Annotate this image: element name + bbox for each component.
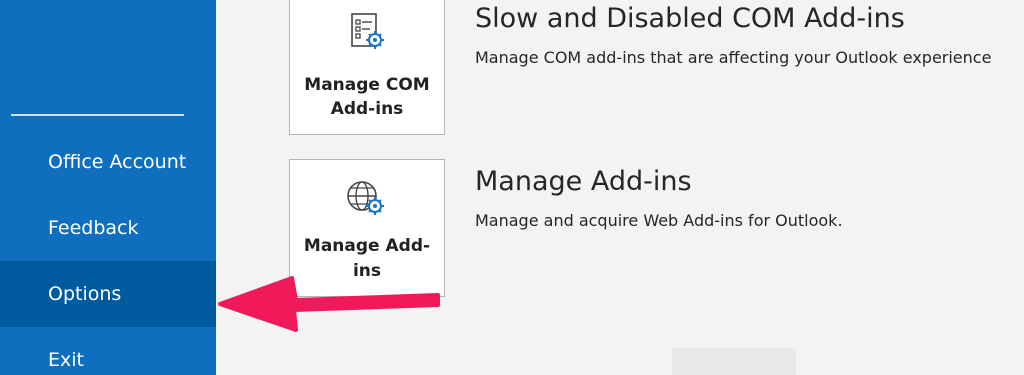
com-addins-description: Manage COM add-ins that are affecting yo… — [475, 48, 992, 67]
sidebar-item-feedback[interactable]: Feedback — [0, 195, 216, 261]
sidebar-item-exit[interactable]: Exit — [0, 327, 216, 375]
tile-label-line1: Manage Add- — [303, 236, 431, 256]
sidebar-item-label: Exit — [48, 349, 84, 371]
manage-addins-button[interactable]: Manage Add- ins — [289, 159, 445, 297]
outlook-backstage: Office Account Feedback Options Exit Man… — [0, 0, 1024, 375]
sidebar-divider — [11, 114, 184, 116]
tile-label-line2: ins — [352, 261, 382, 281]
globe-gear-icon — [347, 181, 384, 215]
manage-addins-description: Manage and acquire Web Add-ins for Outlo… — [475, 211, 843, 230]
tile-label-line2: Add-ins — [330, 99, 404, 119]
backstage-main: Manage COM Add-ins Slow and Disabled COM… — [216, 0, 1024, 375]
partial-button[interactable] — [672, 348, 796, 375]
tile-label-line1: Manage COM — [304, 75, 430, 95]
sidebar-item-office-account[interactable]: Office Account — [0, 129, 216, 195]
manage-com-addins-button[interactable]: Manage COM Add-ins — [289, 0, 445, 135]
sidebar-item-label: Office Account — [48, 151, 187, 173]
sidebar-item-options[interactable]: Options — [0, 261, 216, 327]
com-addins-title: Slow and Disabled COM Add-ins — [475, 3, 905, 34]
list-gear-icon — [351, 13, 384, 49]
manage-addins-title: Manage Add-ins — [475, 166, 692, 197]
backstage-sidebar: Office Account Feedback Options Exit — [0, 0, 216, 375]
sidebar-item-label: Options — [48, 283, 122, 305]
sidebar-item-label: Feedback — [48, 217, 139, 239]
